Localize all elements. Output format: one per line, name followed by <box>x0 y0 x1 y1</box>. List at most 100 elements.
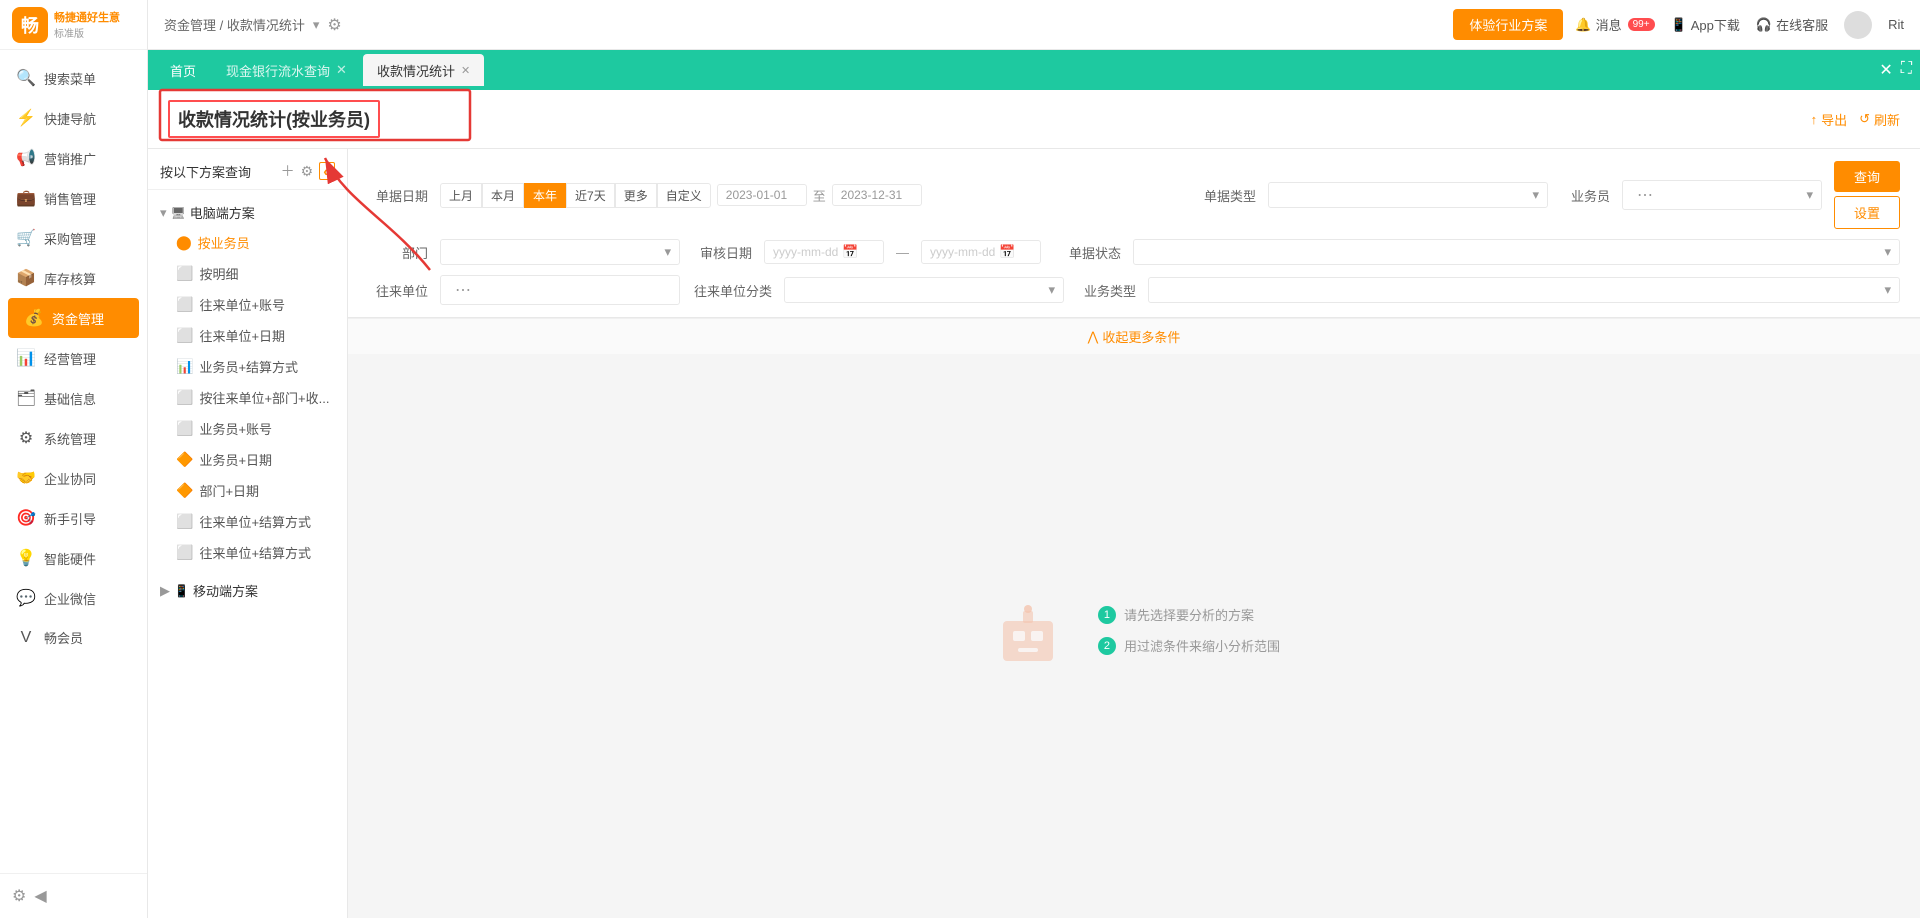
schema-item-by-salesman[interactable]: ⬤ 按业务员 <box>148 227 347 258</box>
sidebar-item-sales[interactable]: 💼 销售管理 <box>0 178 147 218</box>
content: 收款情况统计(按业务员) ↑ 导出 ↺ 刷新 按以下方案查询 ＋ ⚙ <box>148 90 1920 918</box>
sales-icon: 💼 <box>16 188 36 208</box>
operation-icon: 📊 <box>16 348 36 368</box>
salesman-select[interactable]: ⋯ ▾ <box>1622 180 1822 210</box>
schema-group-mobile-header[interactable]: ▶ 📱 移动端方案 <box>148 576 347 605</box>
left-panel: 按以下方案查询 ＋ ⚙ « ▾ 🖥 电脑端方案 ⬤ <box>148 149 348 918</box>
enterprise-icon: 🤝 <box>16 468 36 488</box>
review-date-from[interactable]: yyyy-mm-dd 📅 <box>764 240 884 264</box>
date-range-buttons: 上月 本月 本年 近7天 更多 自定义 <box>440 183 711 208</box>
schema-item-by-detail[interactable]: ⬜ 按明细 <box>148 258 347 289</box>
sidebar-item-basic[interactable]: 🗂 基础信息 <box>0 378 147 418</box>
schema-item-partner-settle1[interactable]: ⬜ 往来单位+结算方式 <box>148 506 347 537</box>
query-button[interactable]: 查询 <box>1834 161 1900 192</box>
schema-item-salesman-account[interactable]: ⬜ 业务员+账号 <box>148 413 347 444</box>
setting-button[interactable]: 设置 <box>1834 196 1900 229</box>
page-title: 收款情况统计(按业务员) <box>168 100 380 138</box>
date-btn-more[interactable]: 更多 <box>615 183 657 208</box>
schema-item-partner-settle2[interactable]: ⬜ 往来单位+结算方式 <box>148 537 347 568</box>
collapse-bar[interactable]: ⋀ 收起更多条件 <box>348 318 1920 354</box>
doc-type-label: 单据类型 <box>1196 186 1256 205</box>
doc-type-select[interactable]: ▾ <box>1268 182 1548 208</box>
date-from-input[interactable]: 2023-01-01 <box>717 184 807 206</box>
date-to-input[interactable]: 2023-12-31 <box>832 184 922 206</box>
export-button[interactable]: ↑ 导出 <box>1811 110 1848 129</box>
tab-maximize-icon[interactable]: ⛶ <box>1901 60 1912 80</box>
refresh-button[interactable]: ↺ 刷新 <box>1859 110 1900 129</box>
sidebar-item-finance[interactable]: 💰 资金管理 <box>8 298 139 338</box>
add-scheme-icon[interactable]: ＋ <box>281 161 295 181</box>
guide-icon: 🎯 <box>16 508 36 528</box>
sidebar-item-member[interactable]: V 畅会员 <box>0 618 147 657</box>
biz-type-select[interactable]: ▾ <box>1148 277 1900 303</box>
partner-more-icon[interactable]: ⋯ <box>455 280 471 300</box>
topbar-left: 资金管理 / 收款情况统计 ▾ ⚙ <box>164 15 1441 35</box>
breadcrumb-chevron-icon[interactable]: ▾ <box>313 17 320 33</box>
tab-home[interactable]: 首页 <box>156 54 210 86</box>
sidebar-item-enterprise[interactable]: 🤝 企业协同 <box>0 458 147 498</box>
schema-item-salesman-date[interactable]: 🔶 业务员+日期 <box>148 444 347 475</box>
schema-item-dept-date[interactable]: 🔶 部门+日期 <box>148 475 347 506</box>
tab-home-label: 首页 <box>170 61 196 80</box>
doc-status-select[interactable]: ▾ <box>1133 239 1900 265</box>
app-download-group[interactable]: 📱 App下载 <box>1671 15 1740 34</box>
calendar-to-icon[interactable]: 📅 <box>999 244 1015 260</box>
date-btn-this-month[interactable]: 本月 <box>482 183 524 208</box>
tab-collection-label: 收款情况统计 <box>377 61 455 80</box>
tabbar: 首页 现金银行流水查询 ✕ 收款情况统计 ✕ ✕ ⛶ <box>148 50 1920 90</box>
tip-2-text: 用过滤条件来缩小分析范围 <box>1124 636 1280 655</box>
schema-item-partner-dept[interactable]: ⬜ 按往来单位+部门+收... <box>148 382 347 413</box>
marketing-icon: 📢 <box>16 148 36 168</box>
date-btn-last-month[interactable]: 上月 <box>440 183 482 208</box>
doc-type-arrow-icon: ▾ <box>1532 187 1539 203</box>
sidebar-item-marketing[interactable]: 📢 营销推广 <box>0 138 147 178</box>
collapse-sidebar-icon[interactable]: ◀ <box>34 886 46 906</box>
date-btn-last7days[interactable]: 近7天 <box>566 183 615 208</box>
gear-scheme-icon[interactable]: ⚙ <box>301 163 314 180</box>
sidebar-item-guide[interactable]: 🎯 新手引导 <box>0 498 147 538</box>
trial-button[interactable]: 体验行业方案 <box>1453 9 1563 40</box>
refresh-icon: ↺ <box>1859 111 1870 127</box>
doc-status-arrow-icon: ▾ <box>1884 244 1891 260</box>
salesman-more-icon[interactable]: ⋯ <box>1637 185 1653 205</box>
breadcrumb: 资金管理 / 收款情况统计 <box>164 15 305 34</box>
date-btn-this-year[interactable]: 本年 <box>524 183 566 208</box>
tab-bank-flow[interactable]: 现金银行流水查询 ✕ <box>212 54 361 86</box>
sidebar-item-wechat[interactable]: 💬 企业微信 <box>0 578 147 618</box>
avatar[interactable] <box>1844 11 1872 39</box>
tab-collection[interactable]: 收款情况统计 ✕ <box>363 54 484 86</box>
settings-icon[interactable]: ⚙ <box>12 886 26 906</box>
empty-tips: 1 请先选择要分析的方案 2 用过滤条件来缩小分析范围 <box>1098 605 1280 667</box>
schema-item-salesman-settle[interactable]: 📊 业务员+结算方式 <box>148 351 347 382</box>
sidebar-item-system[interactable]: ⚙ 系统管理 <box>0 418 147 458</box>
collapse-panel-icon[interactable]: « <box>319 162 335 180</box>
tab-close-all-icon[interactable]: ✕ <box>1879 60 1892 80</box>
review-date-label: 审核日期 <box>692 243 752 262</box>
partner-cat-select[interactable]: ▾ <box>784 277 1064 303</box>
sidebar-item-search[interactable]: 🔍 搜索菜单 <box>0 58 147 98</box>
online-service-group[interactable]: 🎧 在线客服 <box>1756 15 1828 34</box>
notification-group[interactable]: 🔔 消息 99+ <box>1575 15 1654 34</box>
date-filter-label: 单据日期 <box>368 186 428 205</box>
sidebar-item-quick-nav[interactable]: ⚡ 快捷导航 <box>0 98 147 138</box>
tab-bank-flow-close-icon[interactable]: ✕ <box>336 62 347 78</box>
hardware-icon: 💡 <box>16 548 36 568</box>
partner-select[interactable]: ⋯ <box>440 275 680 305</box>
review-date-to[interactable]: yyyy-mm-dd 📅 <box>921 240 1041 264</box>
notification-badge: 99+ <box>1628 18 1655 31</box>
dept-select[interactable]: ▾ <box>440 239 680 265</box>
sidebar-item-purchase[interactable]: 🛒 采购管理 <box>0 218 147 258</box>
topbar-gear-icon[interactable]: ⚙ <box>327 15 341 35</box>
sidebar-item-hardware[interactable]: 💡 智能硬件 <box>0 538 147 578</box>
review-date-sep: — <box>896 245 909 260</box>
topbar-right: 🔔 消息 99+ 📱 App下载 🎧 在线客服 Rit <box>1575 11 1904 39</box>
schema-group-desktop-header[interactable]: ▾ 🖥 电脑端方案 <box>148 198 347 227</box>
sidebar-item-operation[interactable]: 📊 经营管理 <box>0 338 147 378</box>
calendar-from-icon[interactable]: 📅 <box>842 244 858 260</box>
date-btn-custom[interactable]: 自定义 <box>657 183 711 208</box>
sidebar-item-inventory[interactable]: 📦 库存核算 <box>0 258 147 298</box>
schema-item-partner-date[interactable]: ⬜ 往来单位+日期 <box>148 320 347 351</box>
schema-item-partner-account[interactable]: ⬜ 往来单位+账号 <box>148 289 347 320</box>
tab-collection-close-icon[interactable]: ✕ <box>461 64 470 77</box>
dept-arrow-icon: ▾ <box>664 244 671 260</box>
